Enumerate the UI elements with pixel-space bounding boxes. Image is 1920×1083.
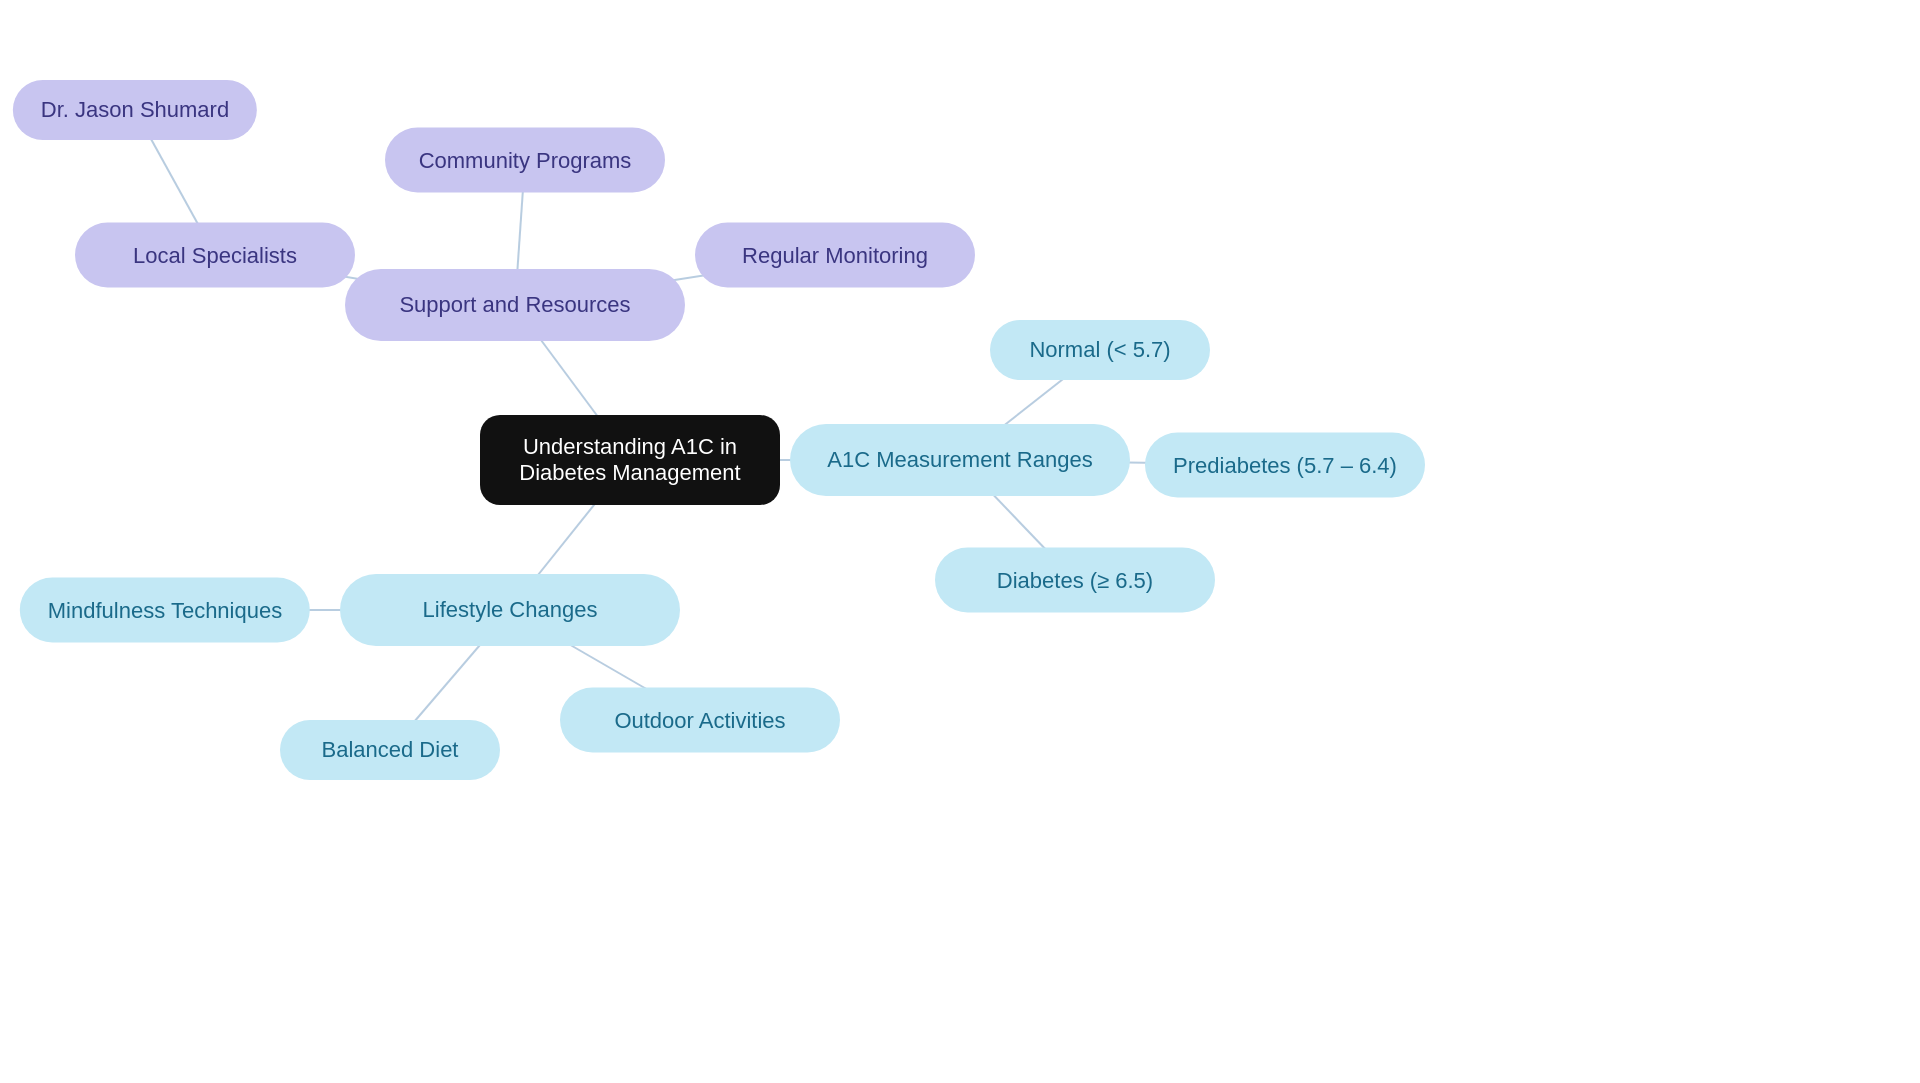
mindfulness-node[interactable]: Mindfulness Techniques: [20, 578, 310, 643]
outdoor-activities-node[interactable]: Outdoor Activities: [560, 688, 840, 753]
dr-jason-node[interactable]: Dr. Jason Shumard: [13, 80, 257, 140]
local-specialists-node[interactable]: Local Specialists: [75, 223, 355, 288]
balanced-diet-node[interactable]: Balanced Diet: [280, 720, 500, 780]
regular-monitoring-node[interactable]: Regular Monitoring: [695, 223, 975, 288]
prediabetes-node[interactable]: Prediabetes (5.7 – 6.4): [1145, 433, 1425, 498]
lifestyle-node[interactable]: Lifestyle Changes: [340, 574, 680, 646]
normal-node[interactable]: Normal (< 5.7): [990, 320, 1210, 380]
center-node[interactable]: Understanding A1C in Diabetes Management: [480, 415, 780, 505]
community-programs-node[interactable]: Community Programs: [385, 128, 665, 193]
a1c-ranges-node[interactable]: A1C Measurement Ranges: [790, 424, 1130, 496]
diabetes-node[interactable]: Diabetes (≥ 6.5): [935, 548, 1215, 613]
support-node[interactable]: Support and Resources: [345, 269, 685, 341]
